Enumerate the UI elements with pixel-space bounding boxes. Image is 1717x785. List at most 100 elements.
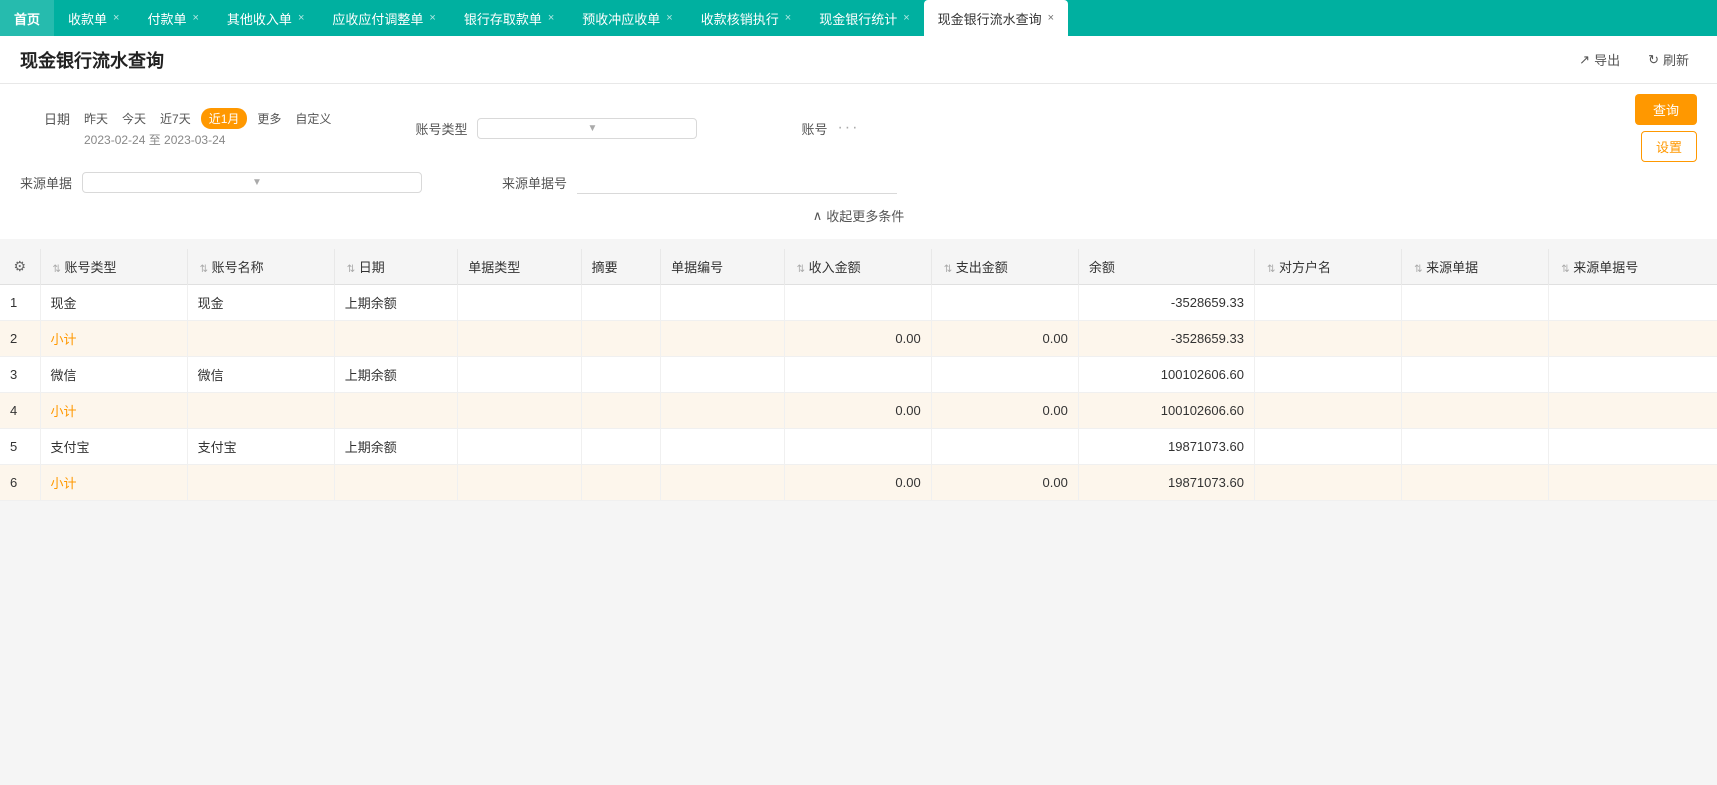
table-cell <box>931 285 1078 321</box>
close-icon[interactable]: × <box>1048 12 1054 24</box>
close-icon[interactable]: × <box>785 12 791 24</box>
nav-home[interactable]: 首页 <box>0 0 54 36</box>
nav-tab-yinhangcunqu[interactable]: 银行存取款单 × <box>450 0 568 36</box>
table-cell <box>1402 393 1549 429</box>
nav-tab-label: 收款核销执行 <box>701 9 779 28</box>
refresh-icon: ↻ <box>1648 52 1659 68</box>
table-cell <box>1402 429 1549 465</box>
table-cell <box>581 285 660 321</box>
table-cell <box>1254 285 1401 321</box>
table-cell <box>581 393 660 429</box>
nav-tab-label: 预收冲应收单 <box>582 9 660 28</box>
source-doc-no-input[interactable] <box>577 170 897 194</box>
table-cell <box>334 321 457 357</box>
date-btn-1month[interactable]: 近1月 <box>201 108 248 129</box>
account-label: 账号 <box>777 119 827 138</box>
sort-icon[interactable]: ⇅ <box>53 264 61 275</box>
account-type-select[interactable]: ▼ <box>477 118 697 139</box>
table-cell <box>1549 285 1717 321</box>
table-cell <box>1549 465 1717 501</box>
sort-icon[interactable]: ⇅ <box>1414 264 1422 275</box>
table-cell: 支付宝 <box>40 429 187 465</box>
nav-tab-xianjinyinhang[interactable]: 现金银行统计 × <box>805 0 923 36</box>
table-body: 1现金现金上期余额-3528659.332小计0.000.00-3528659.… <box>0 285 1717 501</box>
table-cell: 上期余额 <box>334 357 457 393</box>
table-cell <box>931 429 1078 465</box>
col-summary: 摘要 <box>581 249 660 285</box>
close-icon[interactable]: × <box>666 12 672 24</box>
date-btn-custom[interactable]: 自定义 <box>291 108 335 129</box>
date-btn-today[interactable]: 今天 <box>118 108 150 129</box>
sort-icon[interactable]: ⇅ <box>944 264 952 275</box>
sort-icon[interactable]: ⇅ <box>797 264 805 275</box>
table-cell <box>1402 357 1549 393</box>
table-cell <box>1254 357 1401 393</box>
table-cell <box>458 285 581 321</box>
sort-icon[interactable]: ⇅ <box>1561 264 1569 275</box>
close-icon[interactable]: × <box>548 12 554 24</box>
gear-icon[interactable]: ⚙ <box>13 258 26 274</box>
sort-icon[interactable]: ⇅ <box>1267 264 1275 275</box>
table-cell <box>661 285 784 321</box>
table-row: 4小计0.000.00100102606.60 <box>0 393 1717 429</box>
table-row: 6小计0.000.0019871073.60 <box>0 465 1717 501</box>
table-cell <box>931 357 1078 393</box>
table-cell: 0.00 <box>931 321 1078 357</box>
table-cell <box>784 357 931 393</box>
sort-icon[interactable]: ⇅ <box>200 264 208 275</box>
close-icon[interactable]: × <box>903 12 909 24</box>
date-btn-more[interactable]: 更多 <box>253 108 285 129</box>
nav-tab-qitashouru[interactable]: 其他收入单 × <box>213 0 318 36</box>
close-icon[interactable]: × <box>192 12 198 24</box>
col-gear[interactable]: ⚙ <box>0 249 40 285</box>
export-button[interactable]: ↗ 导出 <box>1571 46 1628 73</box>
table-cell <box>458 393 581 429</box>
query-button[interactable]: 查询 <box>1635 94 1697 125</box>
account-type-label: 账号类型 <box>415 119 467 138</box>
table-cell: 支付宝 <box>187 429 334 465</box>
nav-tab-shoukuan[interactable]: 收款单 × <box>54 0 133 36</box>
data-table-wrapper: ⚙ ⇅ 账号类型 ⇅ 账号名称 ⇅ 日期 单据类型 摘要 单据编号 ⇅ 收入金额 <box>0 249 1717 501</box>
close-icon[interactable]: × <box>429 12 435 24</box>
table-cell <box>334 465 457 501</box>
nav-tab-label: 付款单 <box>147 9 186 28</box>
nav-home-label: 首页 <box>14 9 40 28</box>
settings-button[interactable]: 设置 <box>1641 131 1697 162</box>
col-counterpart: ⇅ 对方户名 <box>1254 249 1401 285</box>
table-cell: 小计 <box>40 321 187 357</box>
nav-tab-liushui[interactable]: 现金银行流水查询 × <box>924 0 1068 36</box>
source-doc-no-label: 来源单据号 <box>502 173 567 192</box>
filter-row-2: 来源单据 ▼ 来源单据号 <box>20 170 1697 194</box>
source-doc-select[interactable]: ▼ <box>82 172 422 193</box>
source-doc-label: 来源单据 <box>20 173 72 192</box>
nav-tab-label: 其他收入单 <box>227 9 292 28</box>
collapse-label: 收起更多条件 <box>826 206 904 225</box>
account-dots[interactable]: ··· <box>837 119 859 137</box>
table-cell: 0.00 <box>784 321 931 357</box>
nav-tab-label: 银行存取款单 <box>464 9 542 28</box>
dropdown-arrow-icon: ▼ <box>252 177 413 188</box>
date-btn-yesterday[interactable]: 昨天 <box>80 108 112 129</box>
nav-tab-shoukuanhexiao[interactable]: 收款核销执行 × <box>687 0 805 36</box>
nav-tab-fukuan[interactable]: 付款单 × <box>133 0 212 36</box>
table-cell <box>581 429 660 465</box>
table-row: 5支付宝支付宝上期余额19871073.60 <box>0 429 1717 465</box>
table-cell: 6 <box>0 465 40 501</box>
table-cell <box>1549 321 1717 357</box>
close-icon[interactable]: × <box>113 12 119 24</box>
table-cell <box>1254 465 1401 501</box>
table-cell <box>661 429 784 465</box>
filter-section: 日期 昨天 今天 近7天 近1月 更多 自定义 2023-02-24 至 202… <box>0 84 1717 239</box>
close-icon[interactable]: × <box>298 12 304 24</box>
col-doc-no: 单据编号 <box>661 249 784 285</box>
table-cell: 1 <box>0 285 40 321</box>
refresh-button[interactable]: ↻ 刷新 <box>1640 46 1697 73</box>
nav-tab-yingshouyingfu[interactable]: 应收应付调整单 × <box>318 0 449 36</box>
collapse-row[interactable]: ∧ 收起更多条件 <box>20 202 1697 229</box>
date-btn-7days[interactable]: 近7天 <box>156 108 195 129</box>
table-cell <box>458 429 581 465</box>
table-cell: 0.00 <box>784 393 931 429</box>
export-icon: ↗ <box>1579 52 1590 68</box>
nav-tab-yushouchong[interactable]: 预收冲应收单 × <box>568 0 686 36</box>
sort-icon[interactable]: ⇅ <box>347 264 355 275</box>
